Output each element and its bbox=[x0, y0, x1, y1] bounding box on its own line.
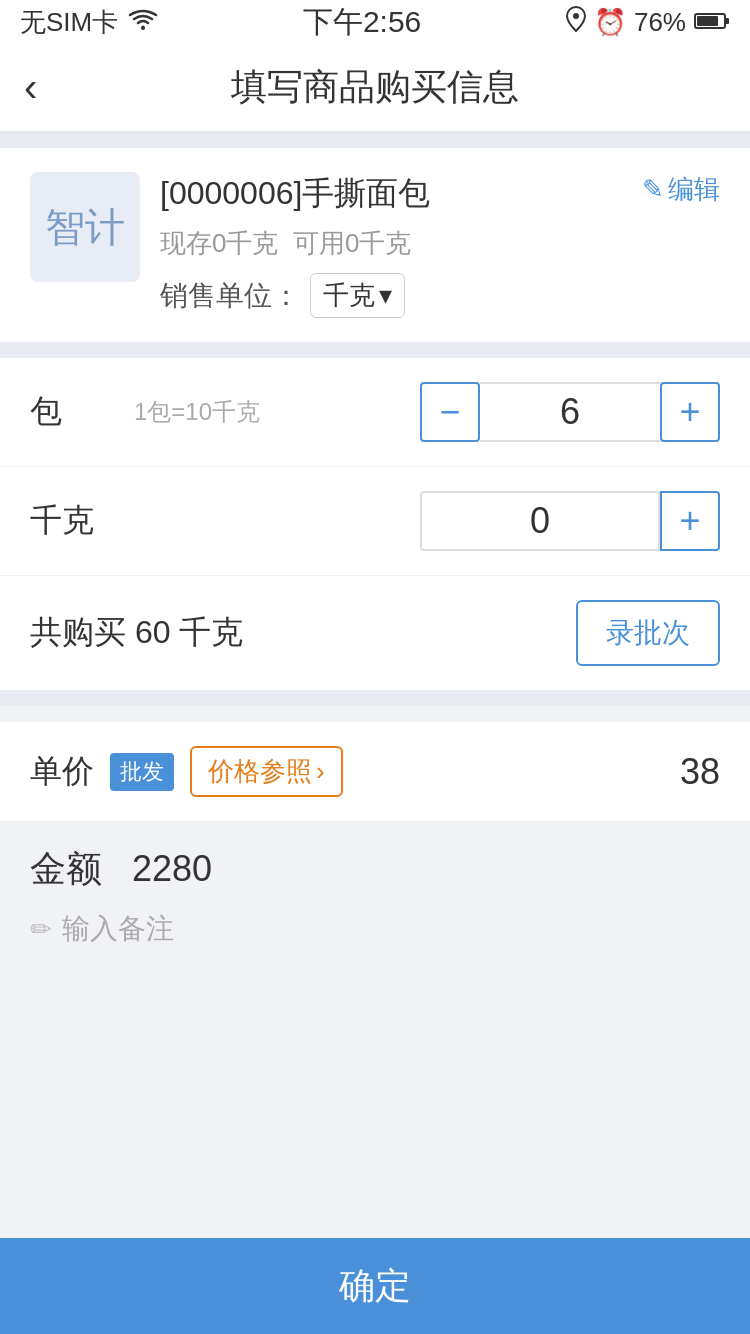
carrier-text: 无SIM卡 bbox=[20, 5, 118, 40]
bag-qty-controls: − + bbox=[420, 382, 720, 442]
bottom-spacer bbox=[0, 972, 750, 1068]
status-right: ⏰ 76% bbox=[566, 6, 730, 39]
price-tag: 批发 bbox=[110, 753, 174, 791]
note-placeholder: 输入备注 bbox=[62, 910, 174, 948]
wifi-icon bbox=[128, 7, 158, 38]
top-divider bbox=[0, 132, 750, 148]
summary-text: 共购买 60 千克 bbox=[30, 611, 243, 655]
bag-label: 包 bbox=[30, 390, 110, 434]
battery-text: 76% bbox=[634, 7, 686, 38]
note-input-row[interactable]: ✏ 输入备注 bbox=[30, 910, 720, 948]
batch-record-button[interactable]: 录批次 bbox=[576, 600, 720, 666]
page-title: 填写商品购买信息 bbox=[231, 63, 519, 112]
unit-select[interactable]: 千克 ▾ bbox=[310, 273, 405, 318]
confirm-label: 确定 bbox=[339, 1262, 411, 1311]
product-thumbnail: 智计 bbox=[30, 172, 140, 282]
kg-qty-controls: + bbox=[420, 491, 720, 551]
svg-rect-3 bbox=[697, 16, 718, 26]
confirm-button[interactable]: 确定 bbox=[0, 1238, 750, 1334]
amount-section: 金额 2280 ✏ 输入备注 bbox=[0, 821, 750, 972]
svg-rect-4 bbox=[725, 18, 729, 24]
status-left: 无SIM卡 bbox=[20, 5, 158, 40]
product-name: [0000006]手撕面包 bbox=[160, 172, 720, 216]
price-value: 38 bbox=[680, 751, 720, 793]
amount-label: 金额 bbox=[30, 848, 102, 889]
status-bar: 无SIM卡 下午2:56 ⏰ 76% bbox=[0, 0, 750, 44]
summary-row: 共购买 60 千克 录批次 bbox=[0, 576, 750, 690]
bag-minus-button[interactable]: − bbox=[420, 382, 480, 442]
battery-icon bbox=[694, 7, 730, 38]
product-info: [0000006]手撕面包 现存0千克 可用0千克 销售单位： 千克 ▾ bbox=[160, 172, 720, 318]
mid-divider-2 bbox=[0, 690, 750, 706]
alarm-icon: ⏰ bbox=[594, 7, 626, 38]
price-ref-button[interactable]: 价格参照 › bbox=[190, 746, 343, 797]
mid-divider-1 bbox=[0, 342, 750, 358]
edit-icon: ✎ bbox=[642, 174, 664, 205]
form-row-bag: 包 1包=10千克 − + bbox=[0, 358, 750, 467]
unit-label: 销售单位： bbox=[160, 277, 300, 315]
bag-qty-input[interactable] bbox=[480, 382, 660, 442]
price-section: 单价 批发 价格参照 › 38 bbox=[0, 722, 750, 821]
location-icon bbox=[566, 6, 586, 39]
price-ref-label: 价格参照 bbox=[208, 754, 312, 789]
svg-point-1 bbox=[573, 13, 579, 19]
product-unit-row: 销售单位： 千克 ▾ bbox=[160, 273, 720, 318]
bag-hint: 1包=10千克 bbox=[134, 396, 260, 428]
form-row-kg: 千克 + bbox=[0, 467, 750, 576]
amount-value: 2280 bbox=[132, 848, 212, 889]
product-card: 智计 [0000006]手撕面包 现存0千克 可用0千克 销售单位： 千克 ▾ … bbox=[0, 148, 750, 342]
unit-chevron: ▾ bbox=[379, 280, 392, 311]
edit-button[interactable]: ✎ 编辑 bbox=[642, 172, 720, 207]
product-stock: 现存0千克 可用0千克 bbox=[160, 226, 720, 261]
svg-point-0 bbox=[141, 26, 145, 30]
back-button[interactable]: ‹ bbox=[24, 65, 37, 110]
product-logo: 智计 bbox=[45, 200, 125, 255]
form-section: 包 1包=10千克 − + 千克 + 共购买 60 千克 录批次 bbox=[0, 358, 750, 690]
kg-label: 千克 bbox=[30, 499, 110, 543]
kg-qty-input[interactable] bbox=[420, 491, 660, 551]
amount-row: 金额 2280 bbox=[30, 845, 720, 894]
pencil-icon: ✏ bbox=[30, 914, 52, 945]
price-ref-arrow: › bbox=[316, 756, 325, 787]
status-time: 下午2:56 bbox=[303, 2, 421, 43]
kg-plus-button[interactable]: + bbox=[660, 491, 720, 551]
nav-bar: ‹ 填写商品购买信息 bbox=[0, 44, 750, 132]
bag-plus-button[interactable]: + bbox=[660, 382, 720, 442]
price-label: 单价 bbox=[30, 750, 94, 794]
